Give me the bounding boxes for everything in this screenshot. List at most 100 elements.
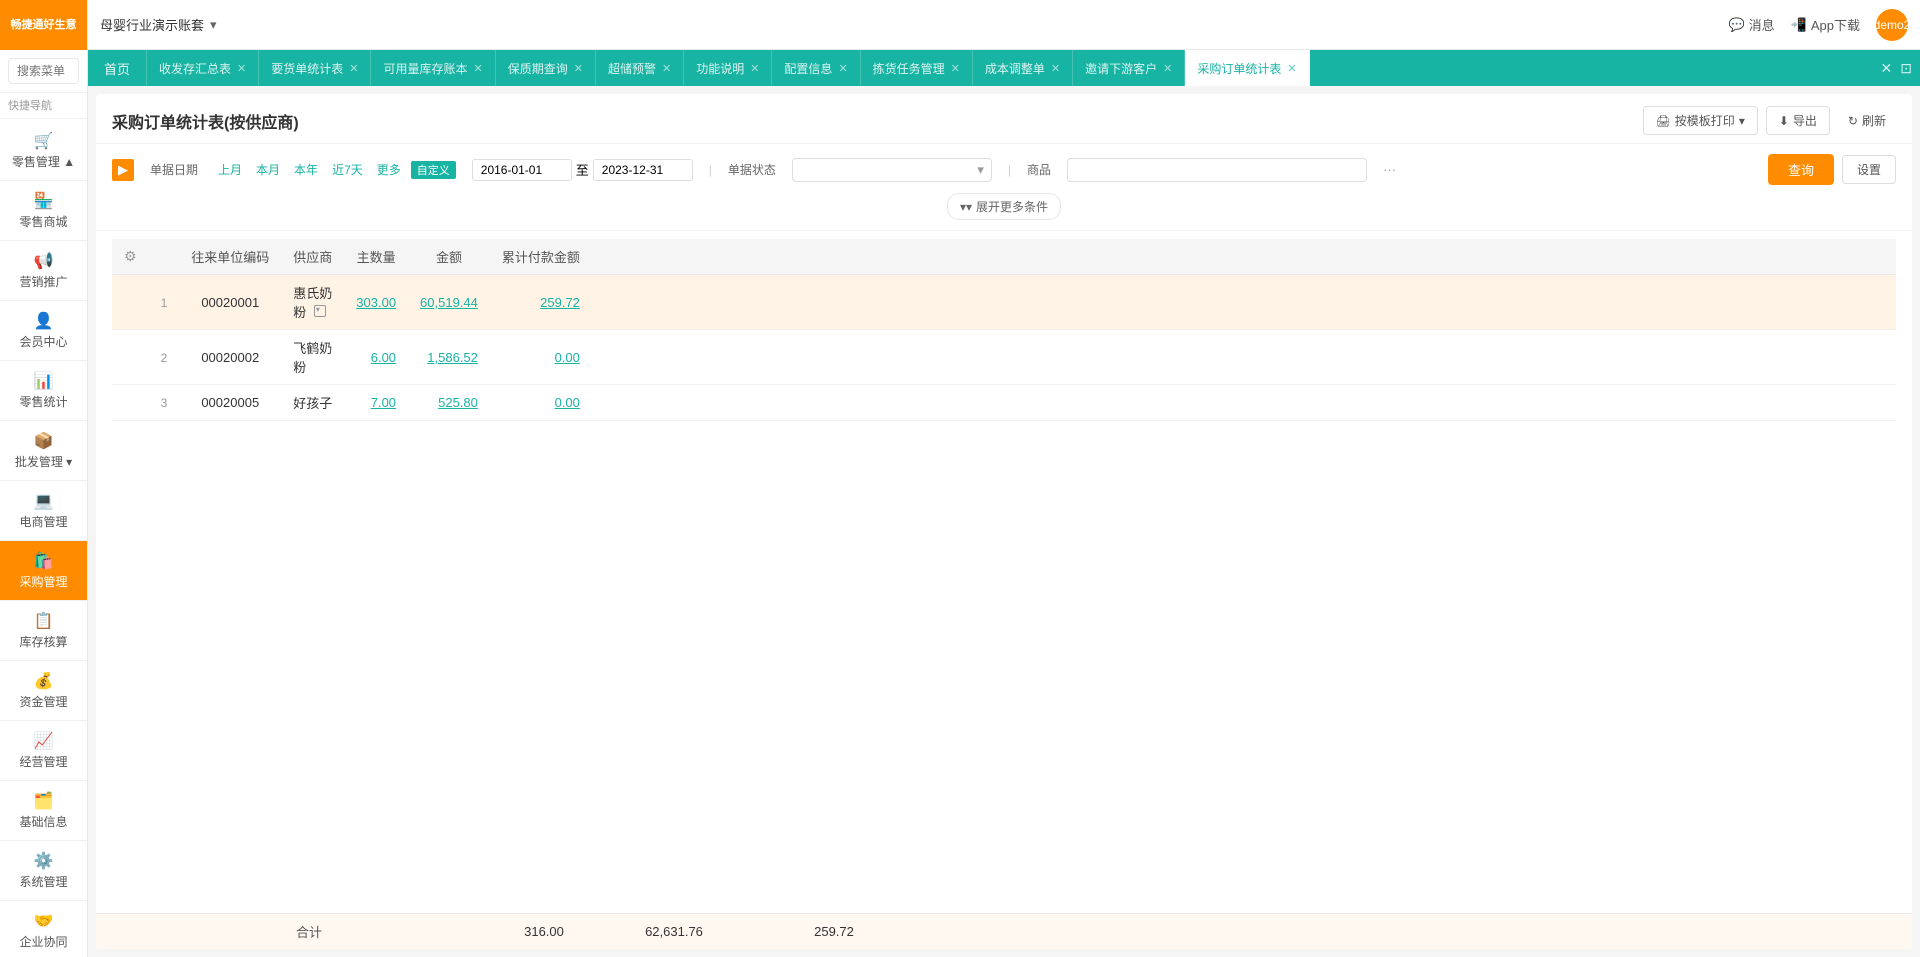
tab-func-desc[interactable]: 功能说明 ✕ bbox=[684, 50, 772, 86]
row-1-expand-icon[interactable] bbox=[314, 305, 326, 317]
sidebar-item-retail-stats-label: 零售统计 bbox=[19, 393, 67, 410]
row-2-supplier-name: 飞鹤奶粉 bbox=[281, 330, 344, 385]
filter-goods-input[interactable] bbox=[1067, 158, 1367, 182]
sidebar-item-wholesale[interactable]: 📦 批发管理 ▾ bbox=[0, 421, 87, 481]
sidebar-item-inventory[interactable]: 📋 库存核算 bbox=[0, 601, 87, 661]
col-paid[interactable]: 累计付款金额 bbox=[490, 239, 592, 275]
shortcut-last-month[interactable]: 上月 bbox=[214, 159, 246, 180]
expand-more-btn[interactable]: ▾▾ 展开更多条件 bbox=[947, 193, 1061, 220]
row-3-amount[interactable]: 525.80 bbox=[408, 385, 490, 421]
shortcut-this-month[interactable]: 本月 bbox=[252, 159, 284, 180]
sidebar-item-basic[interactable]: 🗂️ 基础信息 bbox=[0, 781, 87, 841]
tab-cost-adjust-close[interactable]: ✕ bbox=[1051, 62, 1060, 75]
sidebar-item-retail-stats[interactable]: 📊 零售统计 bbox=[0, 361, 87, 421]
app-logo[interactable]: 畅捷通好生意 bbox=[0, 0, 87, 50]
sidebar-item-member-label: 会员中心 bbox=[19, 333, 67, 350]
app-download-btn[interactable]: 📲 App下载 bbox=[1791, 15, 1860, 34]
sidebar-item-operations[interactable]: 📈 经营管理 bbox=[0, 721, 87, 781]
sidebar-item-retail-mall[interactable]: 🏪 零售商城 bbox=[0, 181, 87, 241]
expand-more-label: 展开更多条件 bbox=[976, 198, 1048, 215]
row-2-paid[interactable]: 0.00 bbox=[490, 330, 592, 385]
col-supplier-code[interactable]: 往来单位编码 bbox=[179, 239, 281, 275]
row-1-amount[interactable]: 60,519.44 bbox=[408, 275, 490, 330]
btn-refresh[interactable]: ↻ 刷新 bbox=[1838, 107, 1896, 134]
filter-toggle-btn[interactable]: ▶ bbox=[112, 159, 134, 181]
system-icon: ⚙️ bbox=[34, 851, 54, 871]
tab-pick-task-label: 拣货任务管理 bbox=[873, 60, 945, 77]
sidebar-item-finance[interactable]: 💰 资金管理 bbox=[0, 661, 87, 721]
date-range-separator: 至 bbox=[576, 160, 589, 179]
table-header-row: ⚙ 往来单位编码 供应商 主数量 金额 累计付款金额 bbox=[112, 239, 1896, 275]
tab-receive-summary-close[interactable]: ✕ bbox=[237, 62, 246, 75]
tab-func-desc-close[interactable]: ✕ bbox=[750, 62, 759, 75]
sidebar-item-purchase[interactable]: 🛍️ 采购管理 bbox=[0, 541, 87, 601]
tab-cost-adjust[interactable]: 成本调整单 ✕ bbox=[973, 50, 1073, 86]
sidebar-item-finance-label: 资金管理 bbox=[19, 693, 67, 710]
retail-mall-icon: 🏪 bbox=[34, 191, 54, 211]
row-1-paid[interactable]: 259.72 bbox=[490, 275, 592, 330]
sidebar-item-retail[interactable]: 🛒 零售管理 ▲ bbox=[0, 121, 87, 181]
sidebar-item-marketing[interactable]: 📢 营销推广 bbox=[0, 241, 87, 301]
shortcut-more[interactable]: 更多 bbox=[373, 159, 405, 180]
tab-goods-stats-close[interactable]: ✕ bbox=[349, 62, 358, 75]
col-amount[interactable]: 金额 bbox=[408, 239, 490, 275]
page-header: 采购订单统计表(按供应商) 🖨 按模板打印 ▾ ⬇ 导出 ↻ 刷新 bbox=[96, 94, 1912, 144]
sidebar-item-ecommerce[interactable]: 💻 电商管理 bbox=[0, 481, 87, 541]
tab-home[interactable]: 首页 bbox=[88, 50, 147, 86]
shortcut-7days[interactable]: 近7天 bbox=[328, 159, 367, 180]
row-2-qty[interactable]: 6.00 bbox=[344, 330, 408, 385]
tab-config[interactable]: 配置信息 ✕ bbox=[772, 50, 860, 86]
sidebar-item-member[interactable]: 👤 会员中心 bbox=[0, 301, 87, 361]
tab-purchase-stats[interactable]: 采购订单统计表 ✕ bbox=[1185, 50, 1309, 86]
sidebar-search-input[interactable] bbox=[8, 58, 79, 84]
tab-overstock-close[interactable]: ✕ bbox=[662, 62, 671, 75]
tab-purchase-stats-close[interactable]: ✕ bbox=[1287, 62, 1296, 75]
btn-settings[interactable]: 设置 bbox=[1842, 155, 1896, 184]
btn-query[interactable]: 查询 bbox=[1768, 154, 1834, 185]
tab-pick-task[interactable]: 拣货任务管理 ✕ bbox=[861, 50, 973, 86]
row-3-paid[interactable]: 0.00 bbox=[490, 385, 592, 421]
date-to-input[interactable] bbox=[593, 159, 693, 181]
tab-invite-downstream[interactable]: 邀请下游客户 ✕ bbox=[1073, 50, 1185, 86]
tab-overstock[interactable]: 超储预警 ✕ bbox=[596, 50, 684, 86]
row-2-no: 2 bbox=[149, 330, 180, 385]
row-2-amount[interactable]: 1,586.52 bbox=[408, 330, 490, 385]
footer-label: 合计 bbox=[124, 922, 494, 941]
tab-close-all-icon[interactable]: ✕ bbox=[1881, 60, 1893, 77]
sidebar-item-enterprise[interactable]: 🤝 企业协同 bbox=[0, 901, 87, 957]
tab-available-stock-close[interactable]: ✕ bbox=[474, 62, 483, 75]
sidebar-item-operations-label: 经营管理 bbox=[19, 753, 67, 770]
tab-pick-task-close[interactable]: ✕ bbox=[951, 62, 960, 75]
tab-available-stock[interactable]: 可用量库存账本 ✕ bbox=[371, 50, 495, 86]
col-no bbox=[149, 239, 180, 275]
date-from-input[interactable] bbox=[472, 159, 572, 181]
print-dropdown-icon[interactable]: ▾ bbox=[1739, 114, 1745, 128]
tab-invite-downstream-close[interactable]: ✕ bbox=[1163, 62, 1172, 75]
tab-restore-icon[interactable]: ⊡ bbox=[1900, 60, 1912, 77]
user-avatar[interactable]: demo2 bbox=[1876, 9, 1908, 41]
row-1-qty[interactable]: 303.00 bbox=[344, 275, 408, 330]
btn-export[interactable]: ⬇ 导出 bbox=[1766, 106, 1830, 135]
col-supplier-name[interactable]: 供应商 bbox=[281, 239, 344, 275]
purchase-icon: 🛍️ bbox=[34, 551, 54, 571]
sidebar-item-system[interactable]: ⚙️ 系统管理 bbox=[0, 841, 87, 901]
tab-goods-stats[interactable]: 要货单统计表 ✕ bbox=[259, 50, 371, 86]
row-3-qty[interactable]: 7.00 bbox=[344, 385, 408, 421]
col-settings-icon[interactable]: ⚙ bbox=[124, 248, 137, 264]
tab-receive-summary[interactable]: 收发存汇总表 ✕ bbox=[147, 50, 259, 86]
member-icon: 👤 bbox=[34, 311, 54, 331]
filter-status-select[interactable] bbox=[792, 158, 992, 182]
workspace-selector[interactable]: 母婴行业演示账套 ▾ bbox=[100, 15, 1728, 34]
btn-print[interactable]: 🖨 按模板打印 ▾ bbox=[1643, 106, 1758, 135]
goods-more-icon[interactable]: ··· bbox=[1383, 162, 1396, 177]
tab-expiry-query[interactable]: 保质期查询 ✕ bbox=[496, 50, 596, 86]
tab-expiry-query-close[interactable]: ✕ bbox=[574, 62, 583, 75]
finance-icon: 💰 bbox=[34, 671, 54, 691]
shortcut-this-year[interactable]: 本年 bbox=[290, 159, 322, 180]
footer-qty: 316.00 bbox=[494, 924, 594, 939]
sidebar-item-inventory-label: 库存核算 bbox=[19, 633, 67, 650]
messages-btn[interactable]: 💬 消息 bbox=[1728, 15, 1774, 34]
workspace-dropdown-icon[interactable]: ▾ bbox=[210, 17, 217, 33]
col-qty[interactable]: 主数量 bbox=[344, 239, 408, 275]
tab-config-close[interactable]: ✕ bbox=[838, 62, 847, 75]
